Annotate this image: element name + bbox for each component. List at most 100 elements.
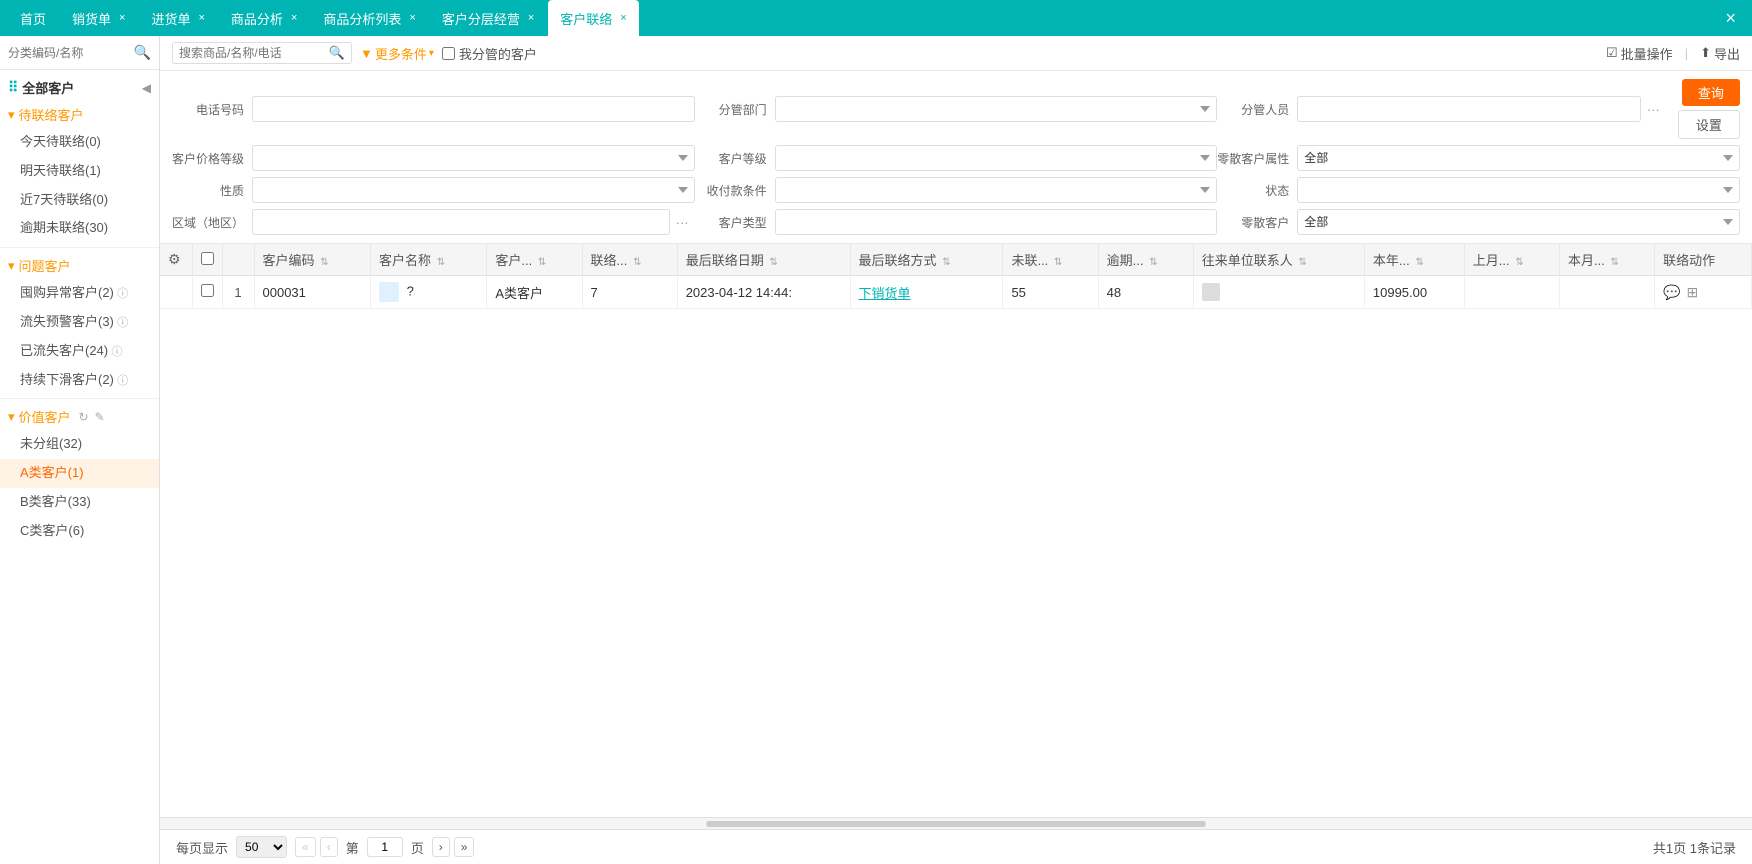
filter-row-1: 电话号码 分管部门 分管人员 ··· 查询 设置 <box>172 79 1740 139</box>
table-header-row: ⚙ 客户编码 ⇅ 客户名称 ⇅ <box>160 244 1752 276</box>
nav-tab-home[interactable]: 首页 <box>8 0 58 36</box>
main-search-input[interactable] <box>179 46 325 60</box>
sidebar-item-class-b[interactable]: B类客户(33) <box>0 488 159 517</box>
payment-select[interactable] <box>775 177 1218 203</box>
nav-tab-product-list[interactable]: 商品分析列表 × <box>311 0 427 36</box>
sort-icon-unit[interactable]: ⇅ <box>1298 257 1306 268</box>
nav-tab-purchase[interactable]: 进货单 × <box>139 0 216 36</box>
first-page-button[interactable]: « <box>295 837 316 857</box>
dept-select[interactable] <box>775 96 1218 122</box>
sort-icon-no-contact[interactable]: ⇅ <box>1054 257 1062 268</box>
sidebar-item-churned[interactable]: 已流失客户(24) ⓘ <box>0 337 159 366</box>
nav-tab-customer-segment[interactable]: 客户分层经营 × <box>430 0 546 36</box>
sort-icon-contact[interactable]: ⇅ <box>633 257 641 268</box>
filter-price-grade: 客户价格等级 <box>172 145 695 171</box>
table-area: ⚙ 客户编码 ⇅ 客户名称 ⇅ <box>160 244 1752 817</box>
sidebar-item-unclassified[interactable]: 未分组(32) <box>0 430 159 459</box>
close-product-tab[interactable]: × <box>291 12 297 24</box>
sort-icon-lmonth[interactable]: ⇅ <box>1515 257 1523 268</box>
nav-tab-sales[interactable]: 销货单 × <box>60 0 137 36</box>
close-customer-segment-tab[interactable]: × <box>528 12 534 24</box>
chevron-down-icon-3: ▾ <box>8 409 15 425</box>
page-number-input[interactable] <box>367 837 403 857</box>
query-button[interactable]: 查询 <box>1682 79 1740 106</box>
sidebar-item-today[interactable]: 今天待联络(0) <box>0 128 159 157</box>
col-name: 客户名称 ⇅ <box>370 244 486 276</box>
next-page-button[interactable]: › <box>432 837 450 857</box>
sidebar-item-class-c[interactable]: C类客户(6) <box>0 517 159 546</box>
chat-icon[interactable]: 💬 <box>1663 284 1680 301</box>
phone-input[interactable] <box>252 96 695 122</box>
filter-customer-grade: 客户等级 <box>695 145 1218 171</box>
retail-attr-select[interactable]: 全部 <box>1297 145 1740 171</box>
sort-icon-cat[interactable]: ⇅ <box>538 257 546 268</box>
sidebar-collapse-icon[interactable]: ◀ <box>142 81 151 95</box>
more-filters-button[interactable]: ▼ 更多条件 ▾ <box>360 44 434 63</box>
close-purchase-tab[interactable]: × <box>198 12 204 24</box>
nature-select[interactable] <box>252 177 695 203</box>
region-dots[interactable]: ··· <box>670 215 695 230</box>
region-input[interactable] <box>252 209 670 235</box>
scrollbar-thumb[interactable] <box>706 821 1206 827</box>
prev-page-button[interactable]: ‹ <box>320 837 338 857</box>
status-select[interactable] <box>1297 177 1740 203</box>
export-button[interactable]: ⬆ 导出 <box>1700 44 1740 63</box>
sort-icon-method[interactable]: ⇅ <box>942 257 950 268</box>
row-unit-contact-cell <box>1193 276 1364 309</box>
row-checkbox[interactable] <box>201 284 214 297</box>
pagination: « ‹ 第 页 › » <box>295 837 474 857</box>
all-customers-title[interactable]: ⠿ 全部客户 <box>8 78 74 97</box>
col-last-date: 最后联络日期 ⇅ <box>677 244 850 276</box>
my-customers-check[interactable] <box>442 47 455 60</box>
close-product-list-tab[interactable]: × <box>409 12 415 24</box>
sidebar-item-class-a[interactable]: A类客户(1) <box>0 459 159 488</box>
gear-icon[interactable]: ⚙ <box>168 251 181 267</box>
divider: | <box>1681 46 1692 61</box>
price-grade-select[interactable] <box>252 145 695 171</box>
sidebar-search-input[interactable] <box>8 46 130 60</box>
sidebar-item-declining[interactable]: 持续下滑客户(2) ⓘ <box>0 366 159 395</box>
customer-type-input[interactable] <box>775 209 1218 235</box>
sort-icon-tmonth[interactable]: ⇅ <box>1610 257 1618 268</box>
retail-select[interactable]: 全部 <box>1297 209 1740 235</box>
sort-icon-year[interactable]: ⇅ <box>1415 257 1423 268</box>
row-no-contact-cell: 55 <box>1003 276 1098 309</box>
row-contact-cell: 7 <box>582 276 677 309</box>
edit-icon[interactable]: ✎ <box>95 410 105 424</box>
horizontal-scrollbar[interactable] <box>160 817 1752 829</box>
sidebar-item-tomorrow[interactable]: 明天待联络(1) <box>0 157 159 186</box>
sidebar-section-problem[interactable]: ▾ 问题客户 <box>0 252 159 279</box>
my-customers-checkbox[interactable]: 我分管的客户 <box>442 44 537 63</box>
nav-tab-product[interactable]: 商品分析 × <box>219 0 309 36</box>
refresh-icon[interactable]: ↻ <box>79 410 89 424</box>
customer-grade-select[interactable] <box>775 145 1218 171</box>
last-page-button[interactable]: » <box>454 837 475 857</box>
manager-dots[interactable]: ··· <box>1641 102 1666 117</box>
sort-icon-name[interactable]: ⇅ <box>437 257 445 268</box>
nav-tab-customer-contact[interactable]: 客户联络 × <box>548 0 638 36</box>
close-sales-tab[interactable]: × <box>119 12 125 24</box>
filter-payment: 收付款条件 <box>695 177 1218 203</box>
qrcode-icon[interactable]: ⊞ <box>1687 284 1699 301</box>
sidebar-section-pending[interactable]: ▾ 待联络客户 <box>0 101 159 128</box>
setting-button[interactable]: 设置 <box>1678 110 1740 139</box>
sidebar-item-overdue[interactable]: 逾期未联络(30) <box>0 214 159 243</box>
sidebar-item-churn-warning[interactable]: 流失预警客户(3) ⓘ <box>0 308 159 337</box>
col-overdue: 逾期... ⇅ <box>1098 244 1193 276</box>
row-last-month-cell <box>1464 276 1559 309</box>
manager-input[interactable] <box>1297 96 1641 122</box>
select-all-checkbox[interactable] <box>201 252 214 265</box>
main-search-icon[interactable]: 🔍 <box>329 45 345 61</box>
sort-icon-date[interactable]: ⇅ <box>769 257 777 268</box>
sort-icon-overdue[interactable]: ⇅ <box>1149 257 1157 268</box>
close-customer-contact-tab[interactable]: × <box>620 12 626 24</box>
per-page-select[interactable]: 20 50 100 <box>236 836 287 858</box>
last-method-link[interactable]: 下销货单 <box>859 286 911 301</box>
sidebar-item-7days[interactable]: 近7天待联络(0) <box>0 186 159 215</box>
sort-icon-code[interactable]: ⇅ <box>320 257 328 268</box>
sidebar-section-value[interactable]: ▾ 价值客户 ↻ ✎ <box>0 403 159 430</box>
sidebar-item-hoarding[interactable]: 囤购异常客户(2) ⓘ <box>0 279 159 308</box>
sidebar-search-icon[interactable]: 🔍 <box>134 44 151 61</box>
batch-ops-button[interactable]: ☑ 批量操作 <box>1606 44 1673 63</box>
close-all-button[interactable]: × <box>1717 8 1744 29</box>
